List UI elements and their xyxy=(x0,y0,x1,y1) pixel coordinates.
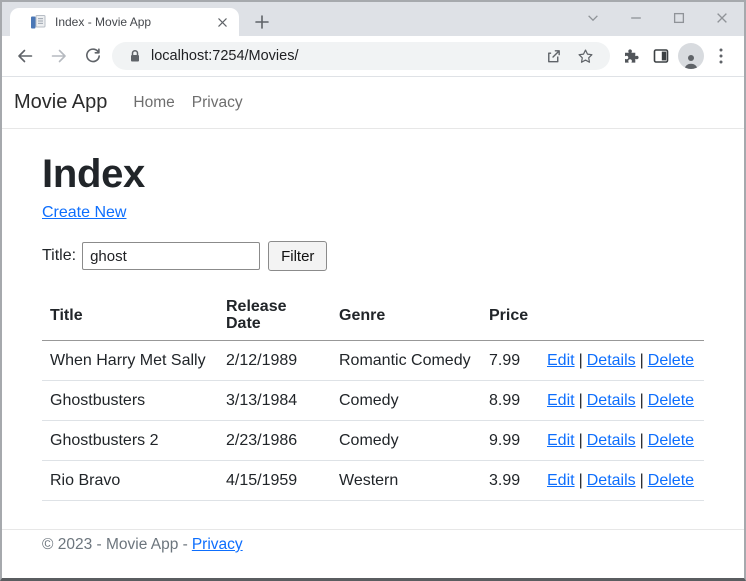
site-favicon-icon xyxy=(30,14,46,30)
create-new-link[interactable]: Create New xyxy=(42,204,126,222)
extensions-puzzle-icon[interactable] xyxy=(616,41,646,71)
cell-actions: Edit | Details | Delete xyxy=(539,460,704,501)
cell-price: 3.99 xyxy=(481,460,539,501)
details-link[interactable]: Details xyxy=(587,472,636,489)
action-separator: | xyxy=(578,352,583,369)
delete-link[interactable]: Delete xyxy=(648,432,694,449)
col-header-release-date: Release Date xyxy=(218,293,331,341)
edit-link[interactable]: Edit xyxy=(547,432,575,449)
forward-icon[interactable] xyxy=(44,41,74,71)
col-header-title: Title xyxy=(42,293,218,341)
window-chevron-icon[interactable] xyxy=(578,2,607,34)
window-controls xyxy=(564,2,736,34)
site-footer: © 2023 - Movie App - Privacy xyxy=(2,529,744,560)
action-separator: | xyxy=(639,432,644,449)
details-link[interactable]: Details xyxy=(587,392,636,409)
toolbar-right-icons xyxy=(616,41,736,71)
new-tab-button[interactable] xyxy=(248,8,276,36)
details-link[interactable]: Details xyxy=(587,352,636,369)
filter-form: Title: Filter xyxy=(42,241,704,271)
tab-strip: Index - Movie App xyxy=(2,2,744,36)
browser-toolbar: localhost:7254/Movies/ xyxy=(2,36,744,77)
address-bar[interactable]: localhost:7254/Movies/ xyxy=(112,42,610,70)
title-filter-input[interactable] xyxy=(82,242,261,270)
footer-privacy-link[interactable]: Privacy xyxy=(192,536,243,553)
cell-genre: Comedy xyxy=(331,380,481,421)
url-text[interactable]: localhost:7254/Movies/ xyxy=(151,48,534,64)
cell-release-date: 4/15/1959 xyxy=(218,460,331,501)
action-separator: | xyxy=(578,432,583,449)
table-row: Ghostbusters 2 2/23/1986 Comedy 9.99 Edi… xyxy=(42,420,704,461)
cell-release-date: 3/13/1984 xyxy=(218,380,331,421)
title-filter-label: Title: xyxy=(42,247,77,264)
nav-link-privacy[interactable]: Privacy xyxy=(192,94,243,112)
edit-link[interactable]: Edit xyxy=(547,392,575,409)
col-header-actions xyxy=(539,293,704,341)
nav-link-home[interactable]: Home xyxy=(133,94,174,112)
table-row: Rio Bravo 4/15/1959 Western 3.99 Edit | De… xyxy=(42,460,704,501)
page-content: Movie App Home Privacy Index Create New … xyxy=(2,77,744,578)
action-separator: | xyxy=(578,392,583,409)
back-icon[interactable] xyxy=(10,41,40,71)
copyright-text: © 2023 - Movie App - xyxy=(42,536,188,553)
window-close-icon[interactable] xyxy=(707,2,736,34)
site-navbar: Movie App Home Privacy xyxy=(2,77,744,129)
cell-title: Rio Bravo xyxy=(42,460,218,501)
cell-title: Ghostbusters 2 xyxy=(42,420,218,461)
main-content: Index Create New Title: Filter Title Rel… xyxy=(2,150,744,501)
table-row: Ghostbusters 3/13/1984 Comedy 8.99 Edit |… xyxy=(42,380,704,421)
cell-title: Ghostbusters xyxy=(42,380,218,421)
browser-menu-icon[interactable] xyxy=(706,41,736,71)
browser-tab[interactable]: Index - Movie App xyxy=(10,8,239,36)
tab-title: Index - Movie App xyxy=(55,15,152,29)
table-header-row: Title Release Date Genre Price xyxy=(42,293,704,341)
cell-release-date: 2/12/1989 xyxy=(218,340,331,381)
delete-link[interactable]: Delete xyxy=(648,472,694,489)
delete-link[interactable]: Delete xyxy=(648,352,694,369)
action-separator: | xyxy=(639,392,644,409)
edit-link[interactable]: Edit xyxy=(547,472,575,489)
reload-icon[interactable] xyxy=(78,41,108,71)
cell-release-date: 2/23/1986 xyxy=(218,420,331,461)
delete-link[interactable]: Delete xyxy=(648,392,694,409)
action-separator: | xyxy=(578,472,583,489)
bookmark-star-icon[interactable] xyxy=(572,43,598,69)
lock-icon[interactable] xyxy=(129,49,141,63)
filter-button[interactable]: Filter xyxy=(268,241,328,271)
col-header-genre: Genre xyxy=(331,293,481,341)
window-minimize-icon[interactable] xyxy=(621,2,650,34)
share-icon[interactable] xyxy=(540,43,566,69)
cell-title: When Harry Met Sally xyxy=(42,340,218,381)
cell-genre: Western xyxy=(331,460,481,501)
browser-window: Index - Movie App localhost:7254/Movies/… xyxy=(0,0,746,581)
edit-link[interactable]: Edit xyxy=(547,352,575,369)
action-separator: | xyxy=(639,352,644,369)
cell-price: 8.99 xyxy=(481,380,539,421)
cell-actions: Edit | Details | Delete xyxy=(539,380,704,421)
page-title: Index xyxy=(42,152,145,196)
cell-price: 7.99 xyxy=(481,340,539,381)
details-link[interactable]: Details xyxy=(587,432,636,449)
table-row: When Harry Met Sally 2/12/1989 Romantic … xyxy=(42,340,704,381)
col-header-price: Price xyxy=(481,293,539,341)
cell-genre: Comedy xyxy=(331,420,481,461)
action-separator: | xyxy=(639,472,644,489)
cell-actions: Edit | Details | Delete xyxy=(539,420,704,461)
movies-table: Title Release Date Genre Price When Harr… xyxy=(42,293,704,501)
window-maximize-icon[interactable] xyxy=(664,2,693,34)
brand-link[interactable]: Movie App xyxy=(14,91,107,114)
cell-genre: Romantic Comedy xyxy=(331,340,481,381)
cell-price: 9.99 xyxy=(481,420,539,461)
profile-avatar[interactable] xyxy=(676,41,706,71)
cell-actions: Edit | Details | Delete xyxy=(539,340,704,381)
side-panel-icon[interactable] xyxy=(646,41,676,71)
tab-close-icon[interactable] xyxy=(213,13,231,31)
